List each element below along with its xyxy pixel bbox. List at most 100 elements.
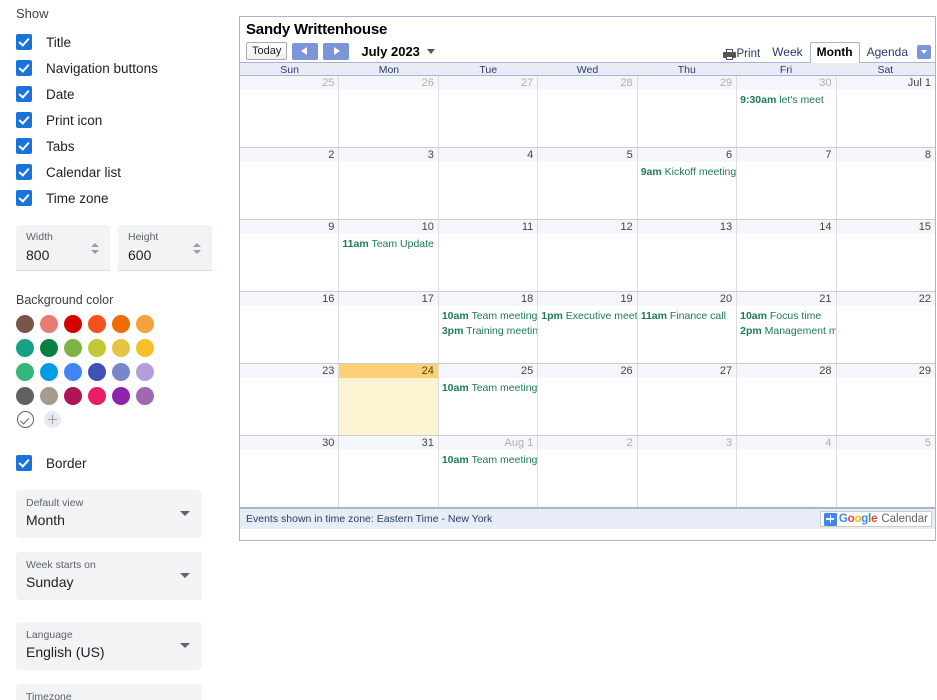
calendar-event[interactable]: 10am Team meeting [442,381,537,395]
show-option-tabs[interactable]: Tabs [8,133,222,159]
select-language[interactable]: Language English (US) [16,622,202,670]
color-swatch-2-4[interactable] [112,363,130,381]
color-swatch-2-5[interactable] [136,363,154,381]
calendar-event[interactable]: 1pm Executive meet [541,309,636,323]
tab-agenda[interactable]: Agenda [860,43,915,62]
color-swatch-0-4[interactable] [112,315,130,333]
color-swatch-3-1[interactable] [40,387,58,405]
day-cell[interactable]: 5 [538,148,638,219]
day-cell[interactable]: 25 [240,76,340,147]
day-cell[interactable]: 17 [339,292,439,363]
color-swatch-1-2[interactable] [64,339,82,357]
select-timezone[interactable]: Timezone(GMT-04:00) Eastern T... [16,684,202,700]
calendar-event[interactable]: 10am Focus time [740,309,835,323]
show-option-calendar-list[interactable]: Calendar list [8,159,222,185]
show-option-title[interactable]: Title [8,29,222,55]
day-cell[interactable]: 5 [836,436,935,507]
color-swatch-3-2[interactable] [64,387,82,405]
day-cell[interactable]: 27 [438,76,539,147]
height-field[interactable]: Height 600 [118,225,212,271]
select-week-starts-on[interactable]: Week starts on Sunday [16,552,202,600]
checkbox[interactable] [16,112,32,128]
calendar-event[interactable]: 11am Finance call [641,309,736,323]
calendar-event[interactable]: 11am Team Update [342,237,437,251]
day-cell[interactable]: 16 [240,292,340,363]
show-option-navigation-buttons[interactable]: Navigation buttons [8,55,222,81]
color-swatch-0-2[interactable] [64,315,82,333]
checkbox[interactable] [16,86,32,102]
tab-week[interactable]: Week [765,43,809,62]
chevron-down-icon[interactable] [180,643,190,648]
color-swatch-1-5[interactable] [136,339,154,357]
day-cell[interactable]: 30 9:30am let's meet [737,76,837,147]
checkbox[interactable] [16,34,32,50]
color-swatch-2-2[interactable] [64,363,82,381]
print-button[interactable]: Print [722,48,760,62]
checkbox[interactable] [16,190,32,206]
day-cell[interactable]: 18 10am Team meeting 3pm Training meetin [438,292,539,363]
checkbox[interactable] [16,164,32,180]
calendar-event[interactable]: 3pm Training meetin [442,324,537,338]
color-swatch-1-4[interactable] [112,339,130,357]
width-stepper[interactable] [87,238,103,258]
day-cell[interactable]: 22 [836,292,935,363]
chevron-left-icon[interactable] [292,42,319,60]
day-cell[interactable]: 2 [538,436,638,507]
height-stepper[interactable] [189,238,205,258]
border-option[interactable]: Border [8,450,222,476]
day-cell[interactable]: 19 1pm Executive meet [538,292,638,363]
calendar-event[interactable]: 9am Kickoff meeting [641,165,736,179]
chevron-down-icon[interactable] [180,573,190,578]
color-swatch-2-3[interactable] [88,363,106,381]
color-swatch-3-3[interactable] [88,387,106,405]
color-swatch-0-1[interactable] [40,315,58,333]
day-cell[interactable]: 28 [538,76,638,147]
check-circle-icon[interactable] [17,411,34,428]
day-cell[interactable]: 14 [737,220,837,291]
tab-month[interactable]: Month [809,42,860,63]
day-cell[interactable]: 10 11am Team Update [339,220,439,291]
color-swatch-3-0[interactable] [16,387,34,405]
day-cell[interactable]: 12 [538,220,638,291]
calendar-event[interactable]: 10am Team meeting [442,453,537,467]
color-swatch-1-0[interactable] [16,339,34,357]
day-cell[interactable]: 23 [240,364,340,435]
chevron-down-icon[interactable] [180,511,190,516]
color-swatch-1-3[interactable] [88,339,106,357]
day-cell[interactable]: Jul 1 [836,76,935,147]
color-swatch-3-4[interactable] [112,387,130,405]
color-swatch-0-5[interactable] [136,315,154,333]
day-cell[interactable]: 9 [240,220,340,291]
color-swatch-1-1[interactable] [40,339,58,357]
day-cell[interactable]: 29 [836,364,935,435]
day-cell[interactable]: 2 [240,148,340,219]
checkbox[interactable] [16,60,32,76]
day-cell[interactable]: 15 [836,220,935,291]
color-swatch-0-0[interactable] [16,315,34,333]
show-option-time-zone[interactable]: Time zone [8,185,222,211]
color-swatch-2-0[interactable] [16,363,34,381]
day-cell[interactable]: 3 [339,148,439,219]
day-cell[interactable]: 31 [339,436,439,507]
color-swatch-0-3[interactable] [88,315,106,333]
day-cell[interactable]: 25 10am Team meeting [438,364,539,435]
day-cell[interactable]: 29 [637,76,738,147]
checkbox[interactable] [16,138,32,154]
day-cell[interactable]: 30 [240,436,340,507]
day-cell[interactable]: 11 [438,220,539,291]
day-cell[interactable]: 26 [538,364,638,435]
chevron-down-icon[interactable] [426,48,435,54]
day-cell[interactable]: 27 [637,364,738,435]
show-option-date[interactable]: Date [8,81,222,107]
color-swatch-2-1[interactable] [40,363,58,381]
width-field[interactable]: Width 800 [16,225,110,271]
plus-circle-icon[interactable] [44,411,61,428]
day-cell[interactable]: 4 [438,148,539,219]
show-option-print-icon[interactable]: Print icon [8,107,222,133]
day-cell[interactable]: 28 [737,364,837,435]
day-cell[interactable]: 26 [339,76,439,147]
border-checkbox[interactable] [16,455,32,471]
today-button[interactable]: Today [246,42,288,60]
select-default-view[interactable]: Default view Month [16,490,202,538]
calendar-event[interactable]: 9:30am let's meet [740,93,835,107]
